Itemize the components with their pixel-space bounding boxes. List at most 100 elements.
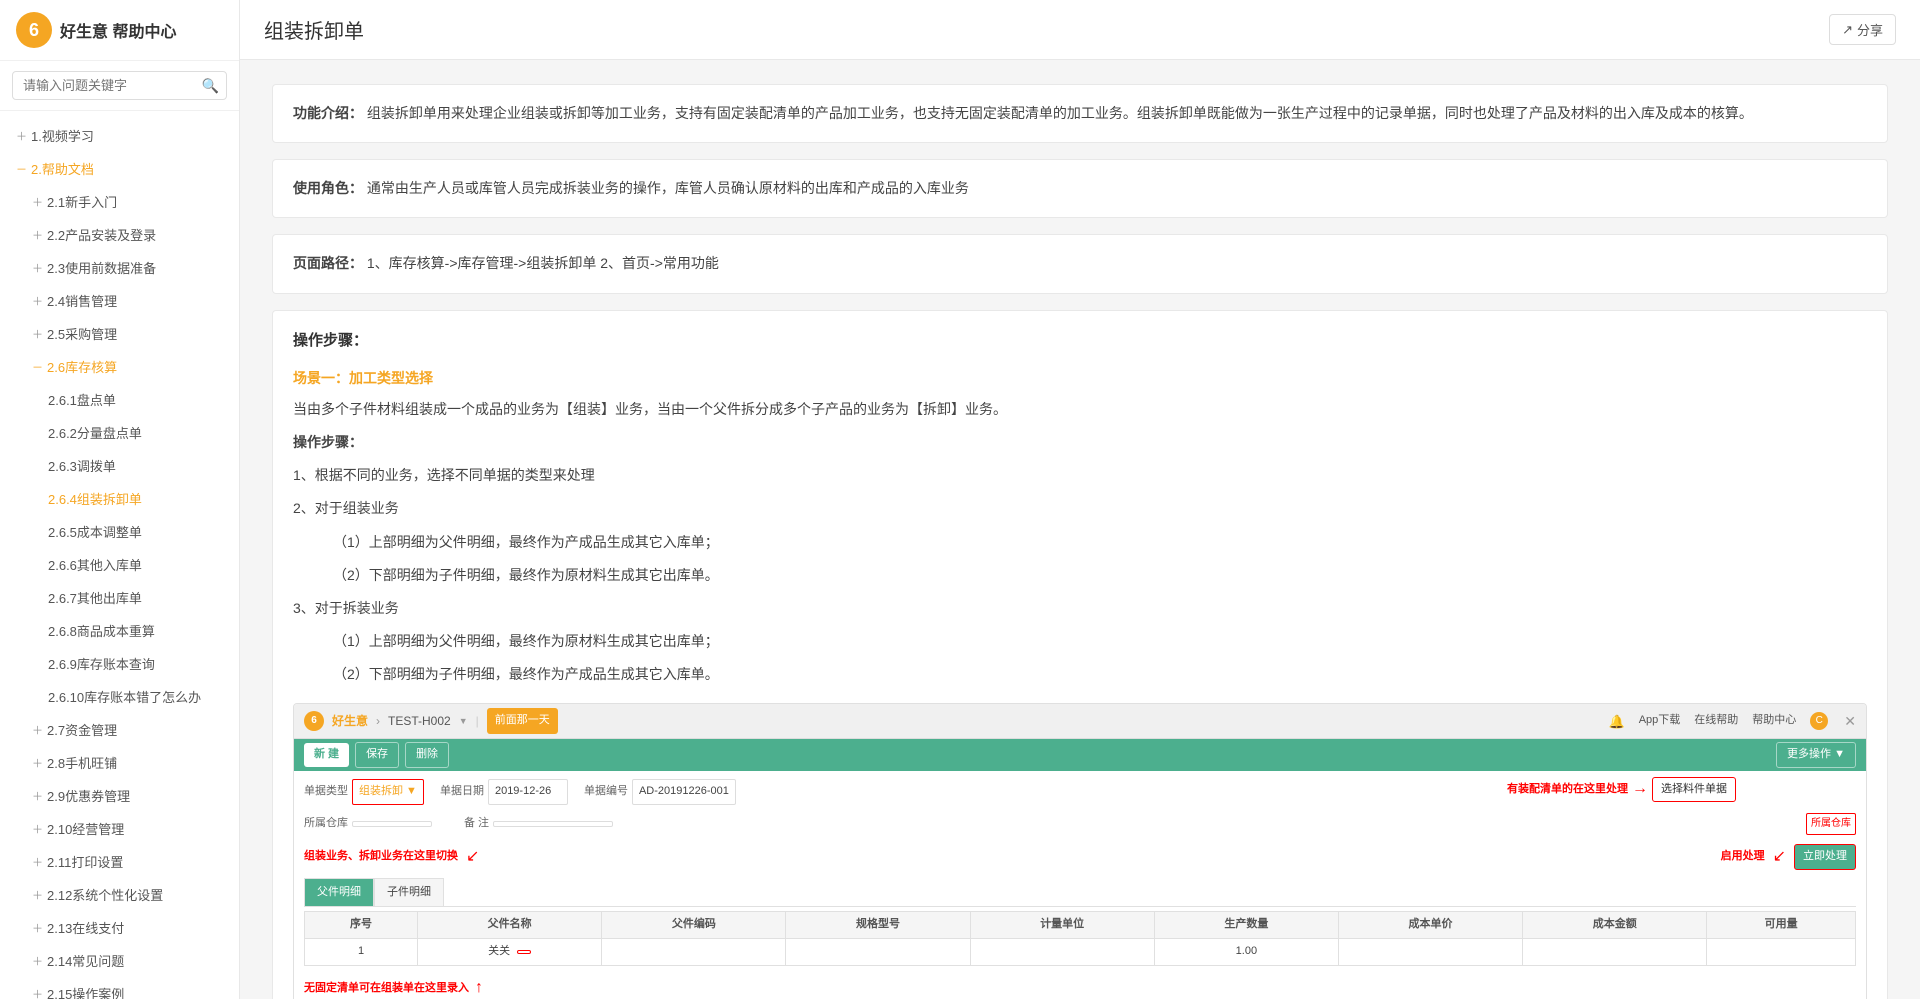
sidebar-item-v24[interactable]: ＋2.4销售管理 <box>0 284 239 317</box>
sidebar-item-v2[interactable]: －2.帮助文档 <box>0 152 239 185</box>
nav-item-label-v28: 2.8手机旺铺 <box>47 753 117 772</box>
annotation3-arrow: ↙ <box>466 843 479 872</box>
sc-date-value[interactable]: 2019-12-26 <box>488 779 568 805</box>
plus-icon: ＋ <box>32 788 43 804</box>
sc-tabs: 父件明细 子件明细 <box>304 878 1856 908</box>
search-box[interactable]: 🔍 <box>0 61 239 111</box>
sidebar-item-v210[interactable]: ＋2.10经营管理 <box>0 812 239 845</box>
sidebar-item-v212[interactable]: ＋2.12系统个性化设置 <box>0 878 239 911</box>
sc-warehouse-label: 所属仓库 <box>304 814 348 834</box>
sc-tab-child[interactable]: 子件明细 <box>374 878 444 907</box>
nav-item-label-v265: 2.6.5成本调整单 <box>48 522 142 541</box>
step1: 1、根据不同的业务，选择不同单据的类型来处理 <box>293 463 1867 488</box>
sc-close-icon[interactable]: ✕ <box>1844 709 1856 734</box>
sc-remark-value[interactable] <box>493 821 613 827</box>
nav-item-label-v214: 2.14常见问题 <box>47 951 124 970</box>
sc-delete-btn[interactable]: 删除 <box>405 742 449 768</box>
sc-table1-header-row: 序号 父件名称 父件编码 规格型号 计量单位 生产数量 成本单价 成本金额 可用… <box>305 912 1856 939</box>
sc-sub-nav: 新 建 保存 删除 更多操作 ▼ <box>294 739 1866 771</box>
nav-item-label-v210: 2.10经营管理 <box>47 819 124 838</box>
nav-item-label-v262: 2.6.2分量盘点单 <box>48 423 142 442</box>
sc-enable-btn[interactable]: 立即处理 <box>1794 844 1856 870</box>
sidebar-item-v267[interactable]: 2.6.7其他出库单 <box>0 581 239 614</box>
annotation4-arrow: ↙ <box>1773 843 1786 872</box>
sidebar-item-v25[interactable]: ＋2.5采购管理 <box>0 317 239 350</box>
sidebar-item-v21[interactable]: ＋2.1新手入门 <box>0 185 239 218</box>
sidebar-item-v28[interactable]: ＋2.8手机旺铺 <box>0 746 239 779</box>
role-label: 使用角色： <box>293 180 363 196</box>
sidebar-item-v261[interactable]: 2.6.1盘点单 <box>0 383 239 416</box>
feature-intro-label: 功能介绍： <box>293 105 363 121</box>
sc-docno-value[interactable]: AD-20191226-001 <box>632 779 736 805</box>
sc-new-btn[interactable]: 新 建 <box>304 743 349 767</box>
sidebar-item-v269[interactable]: 2.6.9库存账本查询 <box>0 647 239 680</box>
annotation4-text: 启用处理 <box>1721 847 1765 867</box>
sc-th-seq: 序号 <box>305 912 418 939</box>
share-button[interactable]: ↗ 分享 <box>1829 14 1896 45</box>
sc-icon-support: 帮助中心 <box>1752 711 1796 731</box>
sidebar-item-v1[interactable]: ＋1.视频学习 <box>0 119 239 152</box>
sc-prev-day-btn[interactable]: 前面那一天 <box>487 708 558 734</box>
sidebar-item-v215[interactable]: ＋2.15操作案例 <box>0 977 239 999</box>
nav-item-label-v264: 2.6.4组装拆卸单 <box>48 489 142 508</box>
sidebar-item-v214[interactable]: ＋2.14常见问题 <box>0 944 239 977</box>
nav-item-label-v21: 2.1新手入门 <box>47 192 117 211</box>
step3-1: （1）上部明细为父件明细，最终作为原材料生成其它出库单； <box>293 629 1867 654</box>
feature-intro-text: 组装拆卸单用来处理企业组装或拆卸等加工业务，支持有固定装配清单的产品加工业务，也… <box>367 105 1753 121</box>
plus-icon: ＋ <box>32 920 43 936</box>
sidebar-item-v263[interactable]: 2.6.3调拨单 <box>0 449 239 482</box>
sc-th-unit: 计量单位 <box>970 912 1154 939</box>
sc-icon-app: App下载 <box>1639 711 1681 731</box>
search-icon[interactable]: 🔍 <box>202 77 219 94</box>
sidebar-item-v26[interactable]: －2.6库存核算 <box>0 350 239 383</box>
sc-icon-help: 在线帮助 <box>1694 711 1738 731</box>
sc-td-cost-a <box>1523 939 1707 966</box>
annotation5-area: 无固定清单可在组装单在这里录入 ↑ <box>304 974 1856 999</box>
sc-td-avail <box>1707 939 1856 966</box>
sidebar-item-v264[interactable]: 2.6.4组装拆卸单 <box>0 482 239 515</box>
sidebar-item-v27[interactable]: ＋2.7资金管理 <box>0 713 239 746</box>
sidebar-item-v262[interactable]: 2.6.2分量盘点单 <box>0 416 239 449</box>
app-name: 好生意 帮助中心 <box>60 18 176 42</box>
sc-th-cost-amount: 成本金额 <box>1523 912 1707 939</box>
sidebar: 6 好生意 帮助中心 🔍 ＋1.视频学习－2.帮助文档＋2.1新手入门＋2.2产… <box>0 0 240 999</box>
sc-warehouse-value[interactable] <box>352 821 432 827</box>
sc-save-btn[interactable]: 保存 <box>355 742 399 768</box>
nav-item-label-v268: 2.6.8商品成本重算 <box>48 621 155 640</box>
sc-name-input-red[interactable] <box>517 950 531 954</box>
sc-doc-type-value[interactable]: 组装拆卸 ▼ <box>352 779 424 805</box>
sidebar-item-v29[interactable]: ＋2.9优惠券管理 <box>0 779 239 812</box>
sidebar-item-v265[interactable]: 2.6.5成本调整单 <box>0 515 239 548</box>
sc-select-btn[interactable]: 选择料件单据 <box>1652 777 1736 803</box>
logo-icon: 6 <box>16 12 52 48</box>
sidebar-item-v213[interactable]: ＋2.13在线支付 <box>0 911 239 944</box>
sidebar-item-v211[interactable]: ＋2.11打印设置 <box>0 845 239 878</box>
sidebar-header: 6 好生意 帮助中心 <box>0 0 239 61</box>
annotation1-text: 有装配清单的在这里处理 <box>1507 780 1628 800</box>
plus-icon: ＋ <box>16 128 27 144</box>
minus-icon: － <box>32 359 43 375</box>
sidebar-item-v22[interactable]: ＋2.2产品安装及登录 <box>0 218 239 251</box>
sc-more-btn[interactable]: 更多操作 ▼ <box>1776 742 1856 768</box>
step2-2: （2）下部明细为子件明细，最终作为原材料生成其它出库单。 <box>293 563 1867 588</box>
sidebar-item-v266[interactable]: 2.6.6其他入库单 <box>0 548 239 581</box>
sidebar-item-v2610[interactable]: 2.6.10库存账本错了怎么办 <box>0 680 239 713</box>
sc-warehouse-red-box: 所属仓库 <box>1806 813 1856 835</box>
sc-docno-field: 单据编号 AD-20191226-001 <box>584 779 736 805</box>
sidebar-item-v23[interactable]: ＋2.3使用前数据准备 <box>0 251 239 284</box>
sidebar-item-v268[interactable]: 2.6.8商品成本重算 <box>0 614 239 647</box>
nav-item-label-v2610: 2.6.10库存账本错了怎么办 <box>48 687 201 706</box>
sc-tab-parent[interactable]: 父件明细 <box>304 878 374 907</box>
step3-2: （2）下部明细为子件明细，最终作为产成品生成其它入库单。 <box>293 662 1867 687</box>
scene-label: 场景一：加工类型选择 <box>293 366 1867 391</box>
sc-th-parent-name: 父件名称 <box>418 912 602 939</box>
plus-icon: ＋ <box>32 854 43 870</box>
step2-1: （1）上部明细为父件明细，最终作为产成品生成其它入库单； <box>293 530 1867 555</box>
sc-enable-area: 所属仓库 <box>1806 813 1856 835</box>
plus-icon: ＋ <box>32 755 43 771</box>
search-input[interactable] <box>12 71 227 100</box>
plus-icon: ＋ <box>32 821 43 837</box>
annotation1-arrow: → <box>1632 775 1648 804</box>
nav-item-label-v1: 1.视频学习 <box>31 126 94 145</box>
main-area: 组装拆卸单 ↗ 分享 功能介绍： 组装拆卸单用来处理企业组装或拆卸等加工业务，支… <box>240 0 1920 999</box>
